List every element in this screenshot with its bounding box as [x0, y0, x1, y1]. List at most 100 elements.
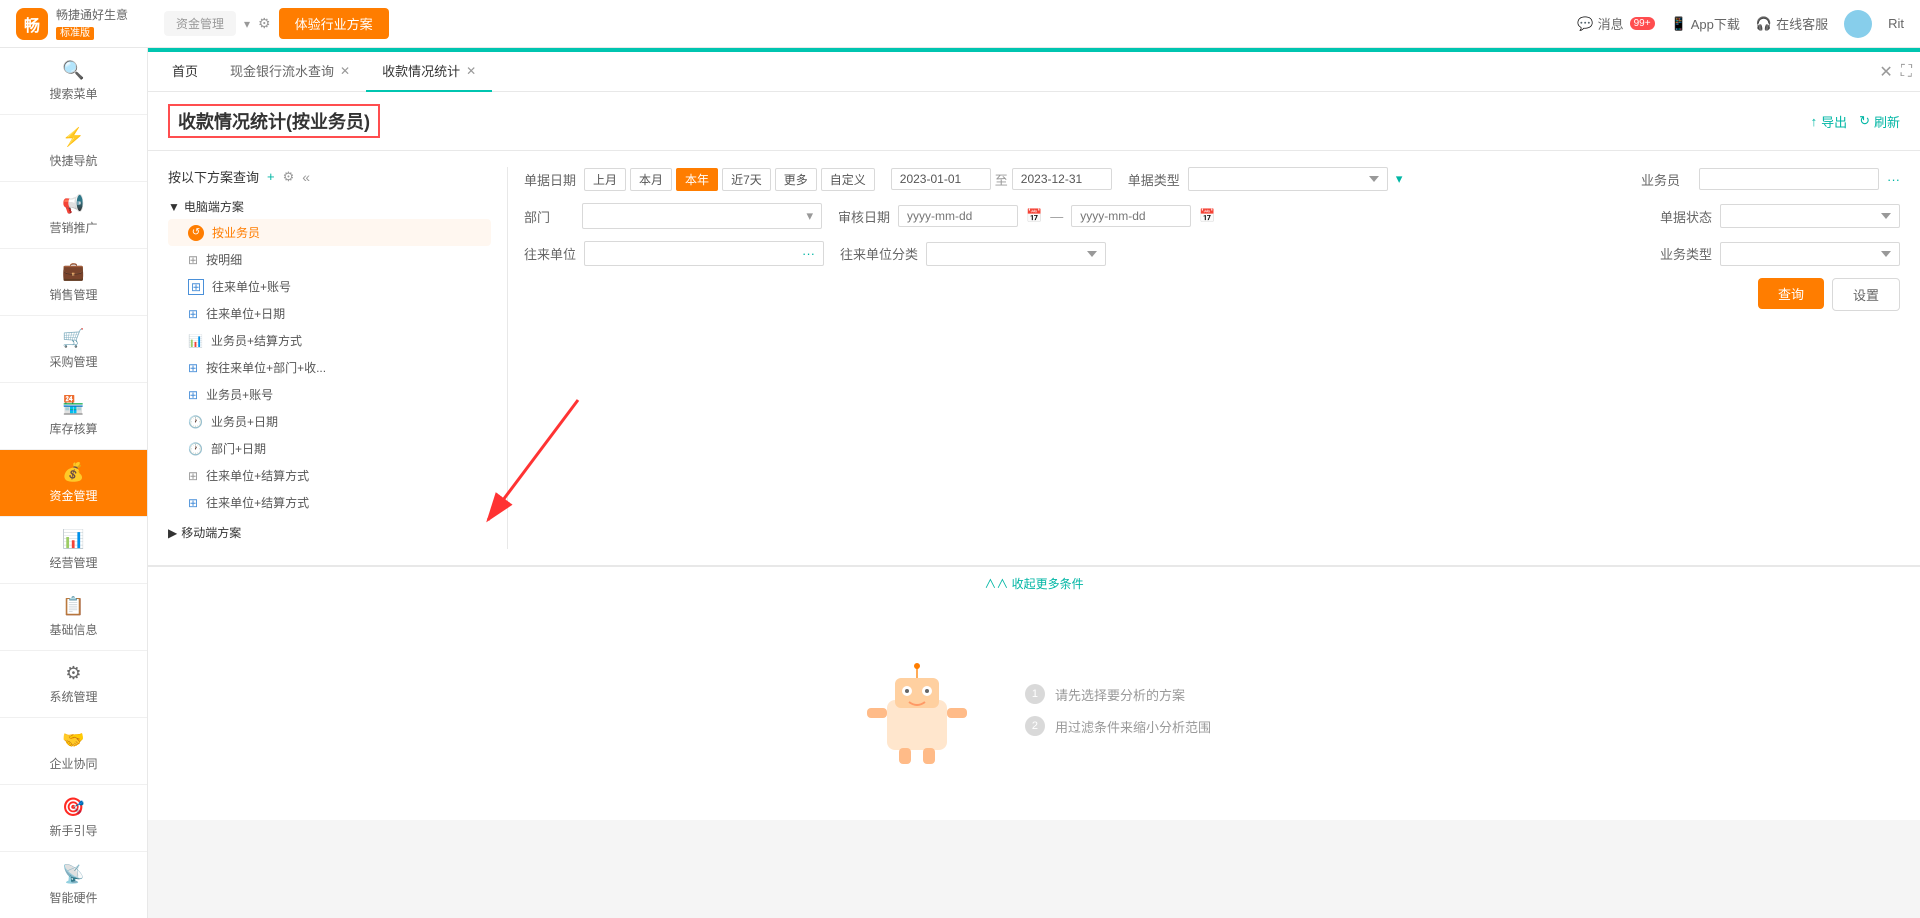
biz-type-select[interactable]	[1720, 242, 1900, 266]
date-btn-7days[interactable]: 近7天	[722, 168, 771, 191]
scheme-item-partner-account[interactable]: ⊞ 往来单位+账号	[168, 273, 491, 300]
scheme-group-mobile-title[interactable]: ▶ 移动端方案	[168, 520, 491, 545]
sidebar-item-warehouse[interactable]: 🏪 库存核算	[0, 383, 147, 450]
settings-button[interactable]: 设置	[1832, 278, 1900, 311]
mobile-group-arrow: ▶	[168, 526, 177, 540]
sidebar-item-operations[interactable]: 📊 经营管理	[0, 517, 147, 584]
topbar-middle: 资金管理 ▾ ⚙ 体验行业方案	[164, 8, 1577, 39]
operations-icon: 📊	[62, 529, 84, 550]
filter-item-partner: 往来单位 ···	[524, 241, 824, 266]
sidebar-item-smart-hw[interactable]: 📡 智能硬件	[0, 852, 147, 918]
search-menu-icon: 🔍	[62, 60, 84, 81]
robot-illustration	[857, 660, 977, 760]
tab-collection-stats[interactable]: 收款情况统计 ✕	[366, 52, 492, 92]
scheme-item-by-staff[interactable]: ↺ 按业务员	[168, 219, 491, 246]
sidebar-item-basic[interactable]: 📋 基础信息	[0, 584, 147, 651]
scheme-item-dept-date[interactable]: 🕐 部门+日期	[168, 435, 491, 462]
sidebar-item-quick-nav[interactable]: ⚡ 快捷导航	[0, 115, 147, 182]
scheme-icon-partner-settle2: ⊞	[188, 496, 198, 510]
audit-date-end-calendar-icon[interactable]: 📅	[1199, 208, 1215, 224]
scheme-panel-wrapper: 按以下方案查询 + ⚙ « ▼ 电脑端方案 ↺	[168, 167, 1900, 549]
scheme-gear-icon[interactable]: ⚙	[283, 169, 295, 185]
topbar-chevron-icon[interactable]: ▾	[244, 17, 250, 31]
tab-close-all-icon[interactable]: ✕	[1879, 62, 1892, 82]
scheme-item-staff-account[interactable]: ⊞ 业务员+账号	[168, 381, 491, 408]
sidebar-item-sales[interactable]: 💼 销售管理	[0, 249, 147, 316]
staff-input[interactable]	[1699, 168, 1879, 190]
app-download-btn[interactable]: 📱 App下载	[1671, 14, 1740, 33]
sidebar-item-guide[interactable]: 🎯 新手引导	[0, 785, 147, 852]
staff-more-icon[interactable]: ···	[1887, 172, 1900, 187]
date-range-separator: 至	[995, 170, 1008, 189]
tip-number-2: 2	[1025, 716, 1045, 736]
tab-collection-stats-label: 收款情况统计	[382, 61, 460, 80]
audit-date-start-input[interactable]	[898, 205, 1018, 227]
scheme-icon-staff-settle: 📊	[188, 334, 203, 348]
scheme-item-by-detail[interactable]: ⊞ 按明细	[168, 246, 491, 273]
trial-button[interactable]: 体验行业方案	[279, 8, 389, 39]
date-btn-more[interactable]: 更多	[775, 168, 817, 191]
sidebar-item-label-basic: 基础信息	[49, 621, 97, 638]
query-button[interactable]: 查询	[1758, 278, 1824, 309]
scheme-item-partner-settle2[interactable]: ⊞ 往来单位+结算方式	[168, 489, 491, 516]
doc-type-more-icon[interactable]: ▾	[1396, 171, 1403, 187]
scheme-label-partner-dept-collect: 按往来单位+部门+收...	[206, 359, 326, 376]
doc-status-select[interactable]	[1720, 204, 1900, 228]
content-area: 首页 现金银行流水查询 ✕ 收款情况统计 ✕ ✕ ⛶ 收款情况统计(按业务员)	[148, 48, 1920, 918]
user-avatar[interactable]	[1844, 10, 1872, 38]
topbar-breadcrumb: 资金管理	[164, 11, 236, 36]
scheme-group-mobile: ▶ 移动端方案	[168, 520, 491, 545]
collapse-bar[interactable]: ∧∧ 收起更多条件	[148, 566, 1920, 600]
scheme-item-partner-date[interactable]: ⊞ 往来单位+日期	[168, 300, 491, 327]
scheme-icon-partner-account: ⊞	[188, 279, 204, 295]
scheme-item-partner-dept-collect[interactable]: ⊞ 按往来单位+部门+收...	[168, 354, 491, 381]
message-icon: 💬	[1577, 16, 1593, 32]
date-start-input[interactable]	[891, 168, 991, 190]
partner-category-select[interactable]	[926, 242, 1106, 266]
sidebar-item-system[interactable]: ⚙ 系统管理	[0, 651, 147, 718]
dept-select-wrapper[interactable]: ▾	[582, 203, 822, 229]
scheme-label-partner-settle2: 往来单位+结算方式	[206, 494, 309, 511]
export-icon: ↑	[1811, 114, 1818, 129]
main-layout: 🔍 搜索菜单 ⚡ 快捷导航 📢 营销推广 💼 销售管理 🛒 采购管理 🏪 库存核…	[0, 48, 1920, 918]
date-btn-this-year[interactable]: 本年	[676, 168, 718, 191]
tab-home[interactable]: 首页	[156, 52, 214, 92]
guide-icon: 🎯	[62, 797, 84, 818]
sidebar-item-search-menu[interactable]: 🔍 搜索菜单	[0, 48, 147, 115]
logo-icon: 畅	[16, 8, 48, 40]
sidebar-item-purchase[interactable]: 🛒 采购管理	[0, 316, 147, 383]
partner-more-icon[interactable]: ···	[802, 246, 815, 261]
scheme-item-staff-date[interactable]: 🕐 业务员+日期	[168, 408, 491, 435]
scheme-group-desktop-title[interactable]: ▼ 电脑端方案	[168, 194, 491, 219]
sidebar-item-marketing[interactable]: 📢 营销推广	[0, 182, 147, 249]
date-range-inputs: 至	[891, 168, 1112, 190]
audit-date-start-calendar-icon[interactable]: 📅	[1026, 208, 1042, 224]
tab-collection-stats-close[interactable]: ✕	[466, 64, 476, 78]
purchase-icon: 🛒	[62, 328, 84, 349]
online-service-btn[interactable]: 🎧 在线客服	[1756, 14, 1828, 33]
scheme-add-icon[interactable]: +	[267, 169, 275, 184]
sidebar-item-label-system: 系统管理	[49, 688, 97, 705]
date-btn-this-month[interactable]: 本月	[630, 168, 672, 191]
date-end-input[interactable]	[1012, 168, 1112, 190]
date-btn-custom[interactable]: 自定义	[821, 168, 875, 191]
export-button[interactable]: ↑ 导出	[1811, 112, 1848, 131]
scheme-collapse-icon[interactable]: «	[302, 169, 310, 185]
topbar-gear-icon[interactable]: ⚙	[258, 15, 271, 32]
scheme-item-staff-settle[interactable]: 📊 业务员+结算方式	[168, 327, 491, 354]
refresh-button[interactable]: ↻ 刷新	[1859, 112, 1900, 131]
tab-maximize-icon[interactable]: ⛶	[1901, 63, 1912, 81]
message-btn[interactable]: 💬 消息 99+	[1577, 14, 1654, 33]
date-btn-last-month[interactable]: 上月	[584, 168, 626, 191]
logo-area: 畅 畅捷通好生意 标准版	[16, 8, 164, 40]
tab-bank-flow-close[interactable]: ✕	[340, 64, 350, 78]
partner-input-wrapper[interactable]: ···	[584, 241, 824, 266]
tip-number-1: 1	[1025, 684, 1045, 704]
sidebar-item-capital[interactable]: 💰 资金管理	[0, 450, 147, 517]
tab-bank-flow[interactable]: 现金银行流水查询 ✕	[214, 52, 366, 92]
doc-type-select[interactable]	[1188, 167, 1388, 191]
sidebar-item-corp-coop[interactable]: 🤝 企业协同	[0, 718, 147, 785]
scheme-item-partner-settle[interactable]: ⊞ 往来单位+结算方式	[168, 462, 491, 489]
audit-date-end-input[interactable]	[1071, 205, 1191, 227]
filter-item-doc-type: 单据类型 ▾	[1128, 167, 1448, 191]
